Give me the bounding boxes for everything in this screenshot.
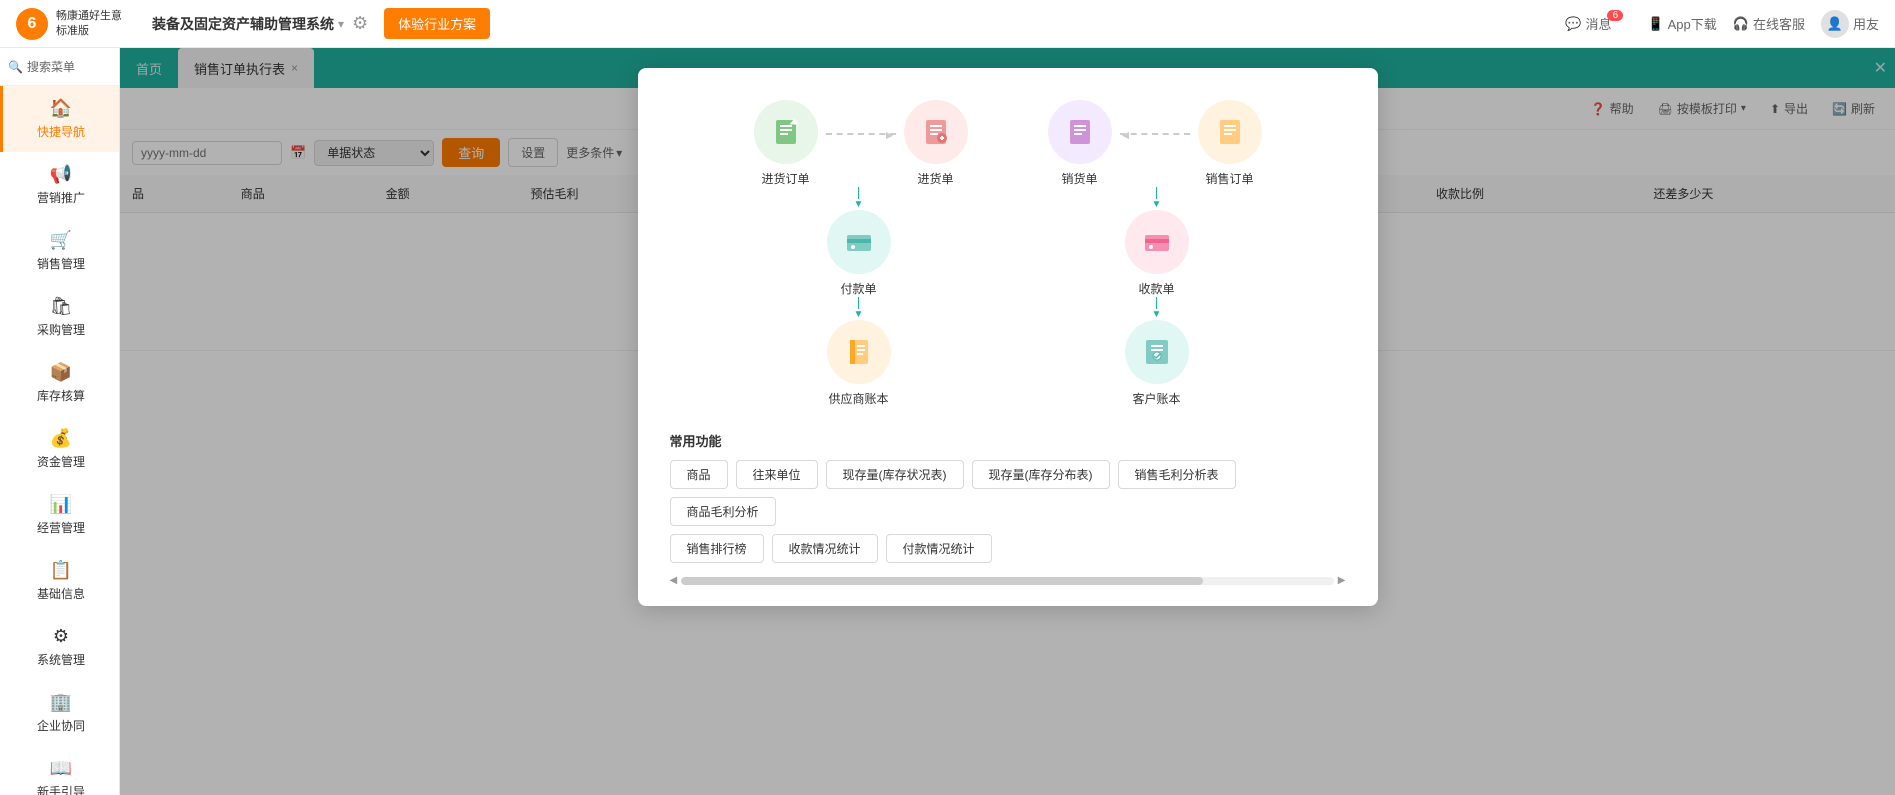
supplier-ledger-icon	[827, 320, 891, 384]
top-bar: 6 畅康通好生意 标准版 装备及固定资产辅助管理系统 ▾ ⚙ 体验行业方案 💬 …	[0, 0, 1895, 48]
user-avatar-item[interactable]: 👤 用友	[1821, 10, 1879, 38]
app-download-item[interactable]: 📱 App下载	[1647, 14, 1716, 33]
sidebar-search[interactable]: 🔍 搜索菜单	[0, 48, 119, 86]
customer-ledger-icon	[1125, 320, 1189, 384]
logo-area: 6 畅康通好生意 标准版	[16, 8, 136, 40]
quick-nav-icon: 🏠	[50, 98, 72, 119]
sales-bill-icon	[1048, 100, 1112, 164]
customer-ledger-label: 客户账本	[1132, 390, 1180, 407]
inventory-icon: 📦	[50, 362, 72, 383]
system-title-dropdown[interactable]: 装备及固定资产辅助管理系统 ▾	[136, 14, 344, 34]
top-right-area: 💬 消息 6 📱 App下载 🎧 在线客服 👤 用友	[1565, 10, 1879, 38]
message-item[interactable]: 💬 消息 6	[1565, 14, 1631, 33]
common-funcs-section: 常用功能 商品 往来单位 现存量(库存状况表) 现存量(库存分布表) 销售毛利分…	[670, 431, 1346, 563]
fund-icon: 💰	[50, 428, 72, 449]
purchase-bill-node[interactable]: 进货单	[904, 100, 968, 187]
sales-order-node[interactable]: 销售订单	[1198, 100, 1262, 187]
message-badge: 6	[1607, 10, 1623, 21]
sidebar-item-operation-mgmt[interactable]: 📊 经营管理	[0, 482, 119, 548]
dropdown-icon: ▾	[338, 17, 344, 31]
func-btn-sales-profit-analysis[interactable]: 销售毛利分析表	[1118, 460, 1236, 489]
search-icon: 🔍	[8, 60, 23, 74]
scrollbar-track[interactable]	[681, 577, 1334, 585]
sidebar-item-inventory[interactable]: 📦 库存核算	[0, 350, 119, 416]
sales-order-icon	[1198, 100, 1262, 164]
payment-bill-icon	[827, 210, 891, 274]
sidebar-item-purchase-mgmt[interactable]: 🛍 采购管理	[0, 284, 119, 350]
func-btn-stock-status[interactable]: 现存量(库存状况表)	[826, 460, 964, 489]
func-btn-payment-stats[interactable]: 付款情况统计	[886, 534, 992, 563]
enterprise-icon: 🏢	[50, 692, 72, 713]
modal-overlay: 进货订单 进货单	[120, 48, 1895, 795]
service-icon: 🎧	[1733, 16, 1749, 32]
customer-ledger-node[interactable]: 客户账本	[1125, 320, 1189, 407]
sidebar-item-new-guide[interactable]: 📖 新手引导	[0, 746, 119, 795]
sidebar: 🔍 搜索菜单 🏠 快捷导航 📢 营销推广 🛒 销售管理 🛍 采购管理 📦 库存核…	[0, 48, 120, 795]
sidebar-item-sales-mgmt[interactable]: 🛒 销售管理	[0, 218, 119, 284]
payment-bill-label: 付款单	[840, 280, 876, 297]
message-icon: 💬	[1565, 16, 1581, 32]
sidebar-item-quick-nav[interactable]: 🏠 快捷导航	[0, 86, 119, 152]
scroll-left-arrow[interactable]: ◀	[670, 575, 678, 586]
sidebar-item-enterprise[interactable]: 🏢 企业协同	[0, 680, 119, 746]
content-area: 首页 销售订单执行表 × ✕ ❓ 帮助 🖨 按模板打印 ▾	[120, 48, 1895, 795]
supplier-ledger-label: 供应商账本	[828, 390, 888, 407]
basic-icon: 📋	[50, 560, 72, 581]
purchase-order-node[interactable]: 进货订单	[754, 100, 818, 187]
purchase-order-icon	[754, 100, 818, 164]
sidebar-item-fund-mgmt[interactable]: 💰 资金管理	[0, 416, 119, 482]
func-buttons-row2: 销售排行榜 收款情况统计 付款情况统计	[670, 534, 1346, 563]
func-btn-receipt-stats[interactable]: 收款情况统计	[772, 534, 878, 563]
avatar: 👤	[1821, 10, 1849, 38]
logo-text: 畅康通好生意 标准版	[56, 9, 122, 38]
system-title: 装备及固定资产辅助管理系统	[136, 14, 334, 34]
quick-nav-modal: 进货订单 进货单	[638, 68, 1378, 606]
sales-order-label: 销售订单	[1205, 170, 1253, 187]
online-service-item[interactable]: 🎧 在线客服	[1733, 14, 1805, 33]
guide-icon: 📖	[50, 758, 72, 779]
func-btn-stock-dist[interactable]: 现存量(库存分布表)	[972, 460, 1110, 489]
settings-icon[interactable]: ⚙	[352, 13, 368, 34]
func-buttons-row1: 商品 往来单位 现存量(库存状况表) 现存量(库存分布表) 销售毛利分析表 商品…	[670, 460, 1346, 526]
phone-icon: 📱	[1647, 16, 1663, 32]
sidebar-item-marketing[interactable]: 📢 营销推广	[0, 152, 119, 218]
purchase-bill-icon	[904, 100, 968, 164]
func-btn-partner[interactable]: 往来单位	[736, 460, 818, 489]
scrollbar-thumb	[681, 577, 1203, 585]
purchase-icon: 🛍	[50, 296, 73, 317]
sales-icon: 🛒	[50, 230, 72, 251]
sidebar-item-basic-info[interactable]: 📋 基础信息	[0, 548, 119, 614]
sidebar-item-system-mgmt[interactable]: ⚙ 系统管理	[0, 614, 119, 680]
receipt-bill-node[interactable]: 收款单	[1125, 210, 1189, 297]
scroll-right-arrow[interactable]: ▶	[1338, 575, 1346, 586]
purchase-bill-label: 进货单	[917, 170, 953, 187]
main-layout: 🔍 搜索菜单 🏠 快捷导航 📢 营销推广 🛒 销售管理 🛍 采购管理 📦 库存核…	[0, 48, 1895, 795]
receipt-bill-label: 收款单	[1138, 280, 1174, 297]
experience-button[interactable]: 体验行业方案	[384, 8, 490, 39]
payment-bill-node[interactable]: 付款单	[827, 210, 891, 297]
sales-bill-node[interactable]: 销货单	[1048, 100, 1112, 187]
logo-icon: 6	[16, 8, 48, 40]
operation-icon: 📊	[50, 494, 72, 515]
modal-scrollbar: ◀ ▶	[670, 575, 1346, 586]
marketing-icon: 📢	[50, 164, 72, 185]
receipt-bill-icon	[1125, 210, 1189, 274]
system-icon: ⚙	[53, 626, 69, 647]
func-btn-goods-profit-analysis[interactable]: 商品毛利分析	[670, 497, 776, 526]
common-funcs-title: 常用功能	[670, 431, 1346, 450]
purchase-order-label: 进货订单	[761, 170, 809, 187]
sales-bill-label: 销货单	[1061, 170, 1097, 187]
supplier-ledger-node[interactable]: 供应商账本	[827, 320, 891, 407]
func-btn-goods[interactable]: 商品	[670, 460, 728, 489]
func-btn-sales-ranking[interactable]: 销售排行榜	[670, 534, 764, 563]
